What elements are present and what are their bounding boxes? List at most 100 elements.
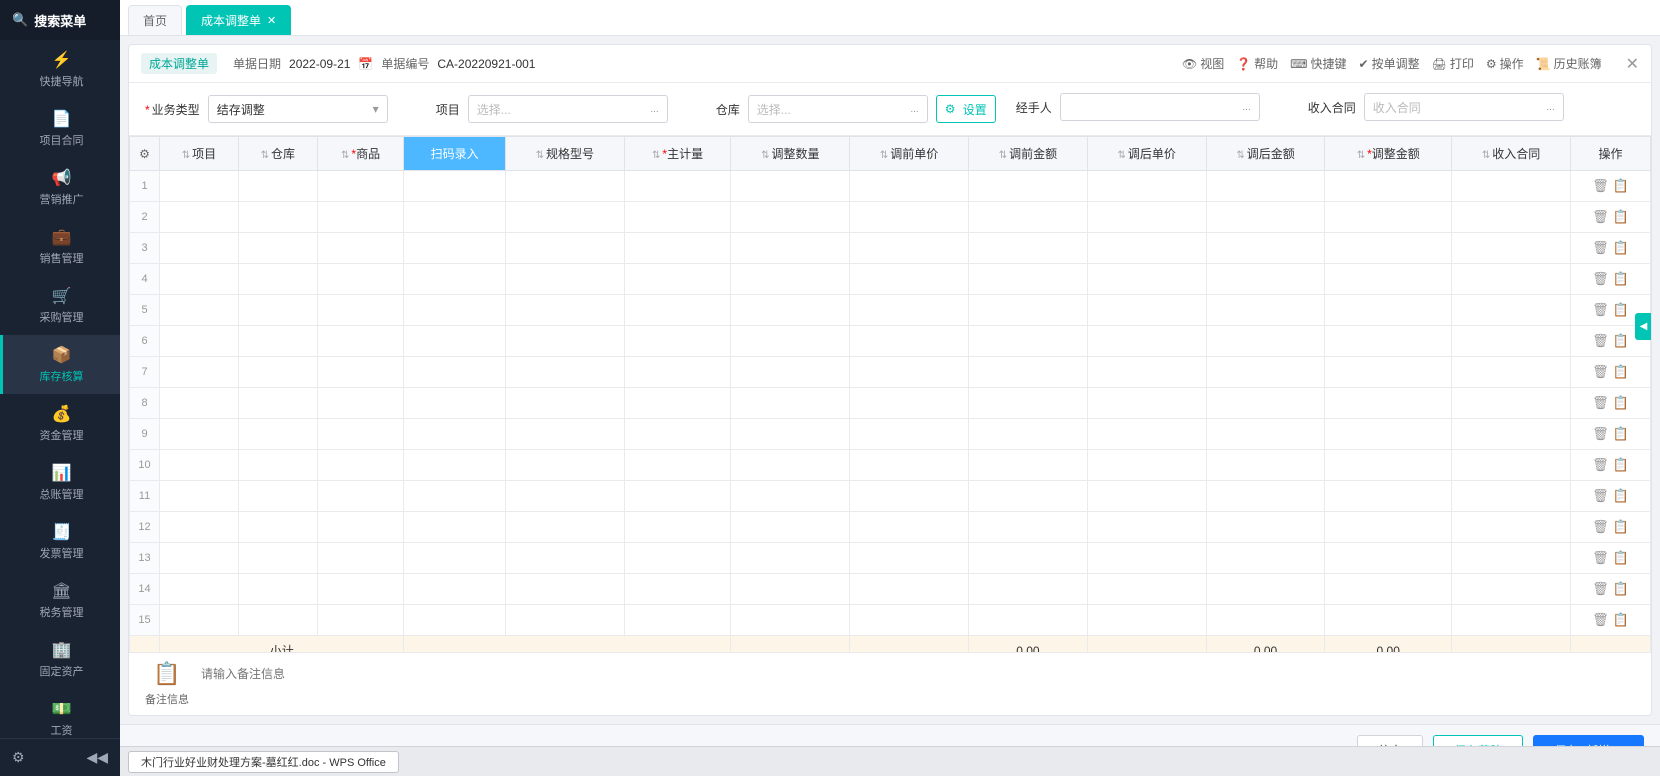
cell-goods-8[interactable] xyxy=(317,388,404,419)
cell-prev_amount-4[interactable] xyxy=(969,264,1088,295)
cell-spec-10[interactable] xyxy=(505,450,624,481)
cell-prev_amount-9[interactable] xyxy=(969,419,1088,450)
sidebar-item-asset[interactable]: 🏢固定资产 xyxy=(0,630,120,689)
cell-after_unit_price-14[interactable] xyxy=(1087,574,1206,605)
cell-adj_amount-5[interactable] xyxy=(1325,295,1452,326)
cell-warehouse-1[interactable] xyxy=(238,171,317,202)
cell-goods-6[interactable] xyxy=(317,326,404,357)
cell-prev_amount-7[interactable] xyxy=(969,357,1088,388)
settings-btn[interactable]: ⚙ 设置 xyxy=(936,95,996,123)
project-select[interactable]: 选择... ... xyxy=(468,95,668,123)
cell-income_contract-2[interactable] xyxy=(1452,202,1571,233)
delete-icon[interactable]: 🗑 xyxy=(1592,457,1609,473)
cell-adj_qty-5[interactable] xyxy=(731,295,850,326)
tab-cost-adjust[interactable]: 成本调整单✕ xyxy=(186,5,291,35)
copy-icon[interactable]: 📋 xyxy=(1613,364,1629,380)
cell-scan-10[interactable] xyxy=(404,450,506,481)
cell-after_amount-12[interactable] xyxy=(1206,512,1325,543)
copy-icon[interactable]: 📋 xyxy=(1613,457,1629,473)
handler-input[interactable]: ... xyxy=(1060,93,1260,121)
cell-prev_amount-1[interactable] xyxy=(969,171,1088,202)
cell-prev_unit_price-1[interactable] xyxy=(850,171,969,202)
cell-goods-1[interactable] xyxy=(317,171,404,202)
cell-warehouse-2[interactable] xyxy=(238,202,317,233)
cell-after_unit_price-12[interactable] xyxy=(1087,512,1206,543)
cell-scan-8[interactable] xyxy=(404,388,506,419)
cell-adj_amount-4[interactable] xyxy=(1325,264,1452,295)
cell-spec-5[interactable] xyxy=(505,295,624,326)
warehouse-select[interactable]: 选择... ... xyxy=(748,95,928,123)
cell-prev_unit_price-7[interactable] xyxy=(850,357,969,388)
cell-after_unit_price-11[interactable] xyxy=(1087,481,1206,512)
cell-adj_amount-6[interactable] xyxy=(1325,326,1452,357)
cell-spec-14[interactable] xyxy=(505,574,624,605)
cell-goods-10[interactable] xyxy=(317,450,404,481)
cell-project-4[interactable] xyxy=(160,264,239,295)
cell-after_unit_price-15[interactable] xyxy=(1087,605,1206,636)
cell-unit-9[interactable] xyxy=(624,419,731,450)
sidebar-item-salary[interactable]: 💵工资 xyxy=(0,689,120,738)
cell-unit-7[interactable] xyxy=(624,357,731,388)
cell-prev_amount-13[interactable] xyxy=(969,543,1088,574)
sidebar-item-ledger[interactable]: 📊总账管理 xyxy=(0,453,120,512)
cell-after_unit_price-7[interactable] xyxy=(1087,357,1206,388)
cell-warehouse-11[interactable] xyxy=(238,481,317,512)
cell-scan-3[interactable] xyxy=(404,233,506,264)
cell-project-14[interactable] xyxy=(160,574,239,605)
cell-project-9[interactable] xyxy=(160,419,239,450)
cell-project-11[interactable] xyxy=(160,481,239,512)
action-review[interactable]: ✔ 按单调整 xyxy=(1359,55,1420,72)
edge-expand-btn[interactable]: ◀ xyxy=(1635,313,1651,340)
cell-spec-7[interactable] xyxy=(505,357,624,388)
copy-icon[interactable]: 📋 xyxy=(1613,488,1629,504)
table-settings-icon[interactable]: ⚙ xyxy=(139,147,150,161)
cell-after_amount-3[interactable] xyxy=(1206,233,1325,264)
cell-prev_amount-5[interactable] xyxy=(969,295,1088,326)
copy-icon[interactable]: 📋 xyxy=(1613,271,1629,287)
cell-after_unit_price-2[interactable] xyxy=(1087,202,1206,233)
cell-prev_unit_price-3[interactable] xyxy=(850,233,969,264)
cell-project-13[interactable] xyxy=(160,543,239,574)
cell-goods-12[interactable] xyxy=(317,512,404,543)
cell-after_amount-7[interactable] xyxy=(1206,357,1325,388)
cell-warehouse-3[interactable] xyxy=(238,233,317,264)
cell-income_contract-13[interactable] xyxy=(1452,543,1571,574)
business-type-select[interactable]: 结存调整 ▾ xyxy=(208,95,388,123)
copy-icon[interactable]: 📋 xyxy=(1613,209,1629,225)
cell-adj_qty-8[interactable] xyxy=(731,388,850,419)
cell-after_amount-11[interactable] xyxy=(1206,481,1325,512)
cell-after_unit_price-3[interactable] xyxy=(1087,233,1206,264)
cell-project-12[interactable] xyxy=(160,512,239,543)
copy-icon[interactable]: 📋 xyxy=(1613,426,1629,442)
delete-icon[interactable]: 🗑 xyxy=(1592,178,1609,194)
cell-after_amount-15[interactable] xyxy=(1206,605,1325,636)
cell-after_unit_price-4[interactable] xyxy=(1087,264,1206,295)
cell-prev_amount-2[interactable] xyxy=(969,202,1088,233)
cell-adj_qty-12[interactable] xyxy=(731,512,850,543)
copy-icon[interactable]: 📋 xyxy=(1613,519,1629,535)
cell-spec-15[interactable] xyxy=(505,605,624,636)
delete-icon[interactable]: 🗑 xyxy=(1592,302,1609,318)
cell-adj_amount-1[interactable] xyxy=(1325,171,1452,202)
cell-unit-13[interactable] xyxy=(624,543,731,574)
cell-goods-14[interactable] xyxy=(317,574,404,605)
cell-scan-14[interactable] xyxy=(404,574,506,605)
sidebar-item-inventory[interactable]: 📦库存核算 xyxy=(0,335,120,394)
cell-adj_amount-12[interactable] xyxy=(1325,512,1452,543)
cell-prev_unit_price-10[interactable] xyxy=(850,450,969,481)
sidebar-item-invoice[interactable]: 🧾发票管理 xyxy=(0,512,120,571)
cell-scan-7[interactable] xyxy=(404,357,506,388)
cell-unit-8[interactable] xyxy=(624,388,731,419)
cell-adj_amount-11[interactable] xyxy=(1325,481,1452,512)
cell-unit-3[interactable] xyxy=(624,233,731,264)
cell-goods-2[interactable] xyxy=(317,202,404,233)
delete-icon[interactable]: 🗑 xyxy=(1592,271,1609,287)
cell-warehouse-14[interactable] xyxy=(238,574,317,605)
cell-warehouse-4[interactable] xyxy=(238,264,317,295)
delete-icon[interactable]: 🗑 xyxy=(1592,333,1609,349)
cell-spec-9[interactable] xyxy=(505,419,624,450)
cell-goods-9[interactable] xyxy=(317,419,404,450)
cell-warehouse-12[interactable] xyxy=(238,512,317,543)
cell-after_unit_price-1[interactable] xyxy=(1087,171,1206,202)
cell-adj_qty-9[interactable] xyxy=(731,419,850,450)
